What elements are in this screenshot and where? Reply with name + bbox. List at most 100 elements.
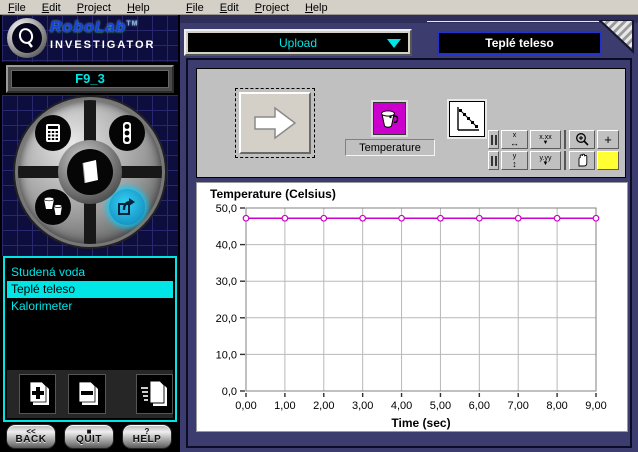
containers-icon xyxy=(43,196,63,215)
cursor-tool-button[interactable]: + xyxy=(597,130,619,149)
upload-run-button[interactable] xyxy=(239,92,311,154)
y-scale-lock-button[interactable] xyxy=(488,151,499,170)
robolab-investigator-window: File Edit Project Help File Edit Project Help … xyxy=(0,0,638,452)
menu-file[interactable]: File xyxy=(186,2,204,14)
svg-text:Time (sec): Time (sec) xyxy=(391,416,450,430)
list-item[interactable]: Studená voda xyxy=(7,264,173,281)
svg-text:2,00: 2,00 xyxy=(313,400,334,412)
zoom-tool-button[interactable] xyxy=(569,130,595,149)
back-button[interactable]: << BACK xyxy=(6,424,56,449)
x-scale-lock-button[interactable] xyxy=(488,130,499,149)
svg-text:50,0: 50,0 xyxy=(216,203,237,215)
bottom-nav-strip: << BACK ■ QUIT ? HELP xyxy=(0,422,180,452)
graph-view-button[interactable] xyxy=(447,99,487,139)
menu-project[interactable]: Project xyxy=(255,2,289,14)
caret-down-icon: ▼ xyxy=(542,139,549,146)
chart-panel: 0,0 10,0 20,0 30,0 40,0 50,0 0,00 1,00 2,00 3,00 4… xyxy=(196,182,628,432)
brand-title: RoboLabTM xyxy=(50,19,139,36)
program-display-frame: F9_3 xyxy=(6,65,174,93)
magnifier-logo-icon xyxy=(18,28,34,48)
calculator-icon xyxy=(46,124,60,142)
remove-page-icon xyxy=(78,381,98,405)
navigation-wheel xyxy=(15,97,165,247)
temperature-chart: 0,0 10,0 20,0 30,0 40,0 50,0 0,00 1,00 2,00 3,00 4… xyxy=(210,187,607,430)
program-name-display: F9_3 xyxy=(11,70,169,88)
menu-group-left: File Edit Project Help xyxy=(8,0,150,15)
sensors-wheel-button[interactable] xyxy=(109,115,145,151)
sensor-tower-icon xyxy=(123,122,131,144)
y-autoscale-button[interactable]: y ↕ xyxy=(501,151,528,170)
hand-pan-icon xyxy=(578,153,587,167)
lock-bars-icon xyxy=(490,134,497,145)
list-item[interactable]: Kalorimeter xyxy=(7,298,173,315)
list-item[interactable]: Teplé teleso xyxy=(7,281,173,298)
upload-toolbar: Temperature x ↔ y ↕ x.xx ▼ y.yy ▼ + xyxy=(196,68,626,178)
quit-button[interactable]: ■ QUIT xyxy=(64,424,114,449)
menu-project[interactable]: Project xyxy=(77,2,111,14)
logo-texts: RoboLabTM INVESTIGATOR xyxy=(50,19,176,51)
graph-plot-icon xyxy=(457,107,479,131)
caret-down-icon: ▼ xyxy=(542,160,549,167)
logo-block: RoboLabTM INVESTIGATOR xyxy=(2,15,178,63)
lock-bars-icon xyxy=(490,155,497,166)
svg-text:10,0: 10,0 xyxy=(216,349,237,361)
upload-wheel-button-selected[interactable] xyxy=(109,189,145,225)
menu-file[interactable]: File xyxy=(8,2,26,14)
sensor-list: Studená voda Teplé teleso Kalorimeter xyxy=(7,264,173,315)
robolab-logo xyxy=(7,18,47,58)
page-fold-corner-icon xyxy=(602,21,632,49)
palette-separator xyxy=(564,151,566,170)
y-format-button[interactable]: y.yy ▼ xyxy=(530,151,561,170)
x-autoscale-button[interactable]: x ↔ xyxy=(501,130,528,149)
y-arrows-icon: ↕ xyxy=(512,158,517,169)
pan-tool-button[interactable] xyxy=(569,151,595,170)
svg-text:20,0: 20,0 xyxy=(216,313,237,325)
add-page-button[interactable] xyxy=(19,374,57,414)
svg-text:Temperature (Celsius): Temperature (Celsius) xyxy=(210,187,336,201)
menu-bar: File Edit Project Help File Edit Project Help xyxy=(0,0,638,15)
temperature-bucket-icon xyxy=(380,109,398,128)
temperature-sensor-button[interactable] xyxy=(371,100,408,137)
navigator-panel: RoboLabTM INVESTIGATOR F9_3 Studená voda… xyxy=(0,15,180,452)
svg-text:3,00: 3,00 xyxy=(352,400,373,412)
selection-marquee xyxy=(235,88,315,158)
dropdown-arrow-icon xyxy=(387,39,401,48)
svg-text:7,00: 7,00 xyxy=(508,400,529,412)
plot-color-swatch[interactable] xyxy=(597,151,619,170)
svg-text:9,00: 9,00 xyxy=(585,400,606,412)
svg-text:6,00: 6,00 xyxy=(469,400,490,412)
svg-text:8,00: 8,00 xyxy=(546,400,567,412)
x-arrows-icon: ↔ xyxy=(510,137,519,148)
graph-palette: x ↔ y ↕ x.xx ▼ y.yy ▼ + xyxy=(488,130,619,170)
right-arrow-icon xyxy=(254,106,297,140)
workspace-panel: Upload Teplé teleso Temperature x ↔ y ↕ … xyxy=(180,15,638,452)
containers-wheel-button[interactable] xyxy=(35,189,71,225)
menu-help[interactable]: Help xyxy=(127,2,150,14)
brand-subtitle: INVESTIGATOR xyxy=(50,39,156,51)
svg-text:4,00: 4,00 xyxy=(391,400,412,412)
compute-wheel-button[interactable] xyxy=(35,115,71,151)
palette-separator xyxy=(564,130,566,149)
menu-group-right: File Edit Project Help xyxy=(186,0,328,15)
remove-page-button[interactable] xyxy=(68,374,106,414)
view-pages-button[interactable] xyxy=(135,374,173,414)
journal-hub-button[interactable] xyxy=(58,140,122,204)
svg-text:40,0: 40,0 xyxy=(216,240,237,252)
svg-text:5,00: 5,00 xyxy=(430,400,451,412)
mode-dropdown[interactable]: Upload xyxy=(184,29,412,56)
upload-arrow-icon xyxy=(118,198,135,215)
pages-stack-icon xyxy=(141,380,168,406)
magnifier-zoom-icon xyxy=(576,132,589,146)
sensor-name-label: Temperature xyxy=(345,139,435,156)
tab-teple-teleso[interactable]: Teplé teleso xyxy=(437,31,602,55)
help-button[interactable]: ? HELP xyxy=(122,424,172,449)
menu-edit[interactable]: Edit xyxy=(220,2,239,14)
svg-text:30,0: 30,0 xyxy=(216,276,237,288)
menu-edit[interactable]: Edit xyxy=(42,2,61,14)
menu-help[interactable]: Help xyxy=(305,2,328,14)
svg-text:0,00: 0,00 xyxy=(235,400,256,412)
tab-strip-highlight xyxy=(427,21,599,22)
experiment-list-box: Studená voda Teplé teleso Kalorimeter xyxy=(3,256,177,422)
add-page-icon xyxy=(29,381,49,405)
x-format-button[interactable]: x.xx ▼ xyxy=(530,130,561,149)
